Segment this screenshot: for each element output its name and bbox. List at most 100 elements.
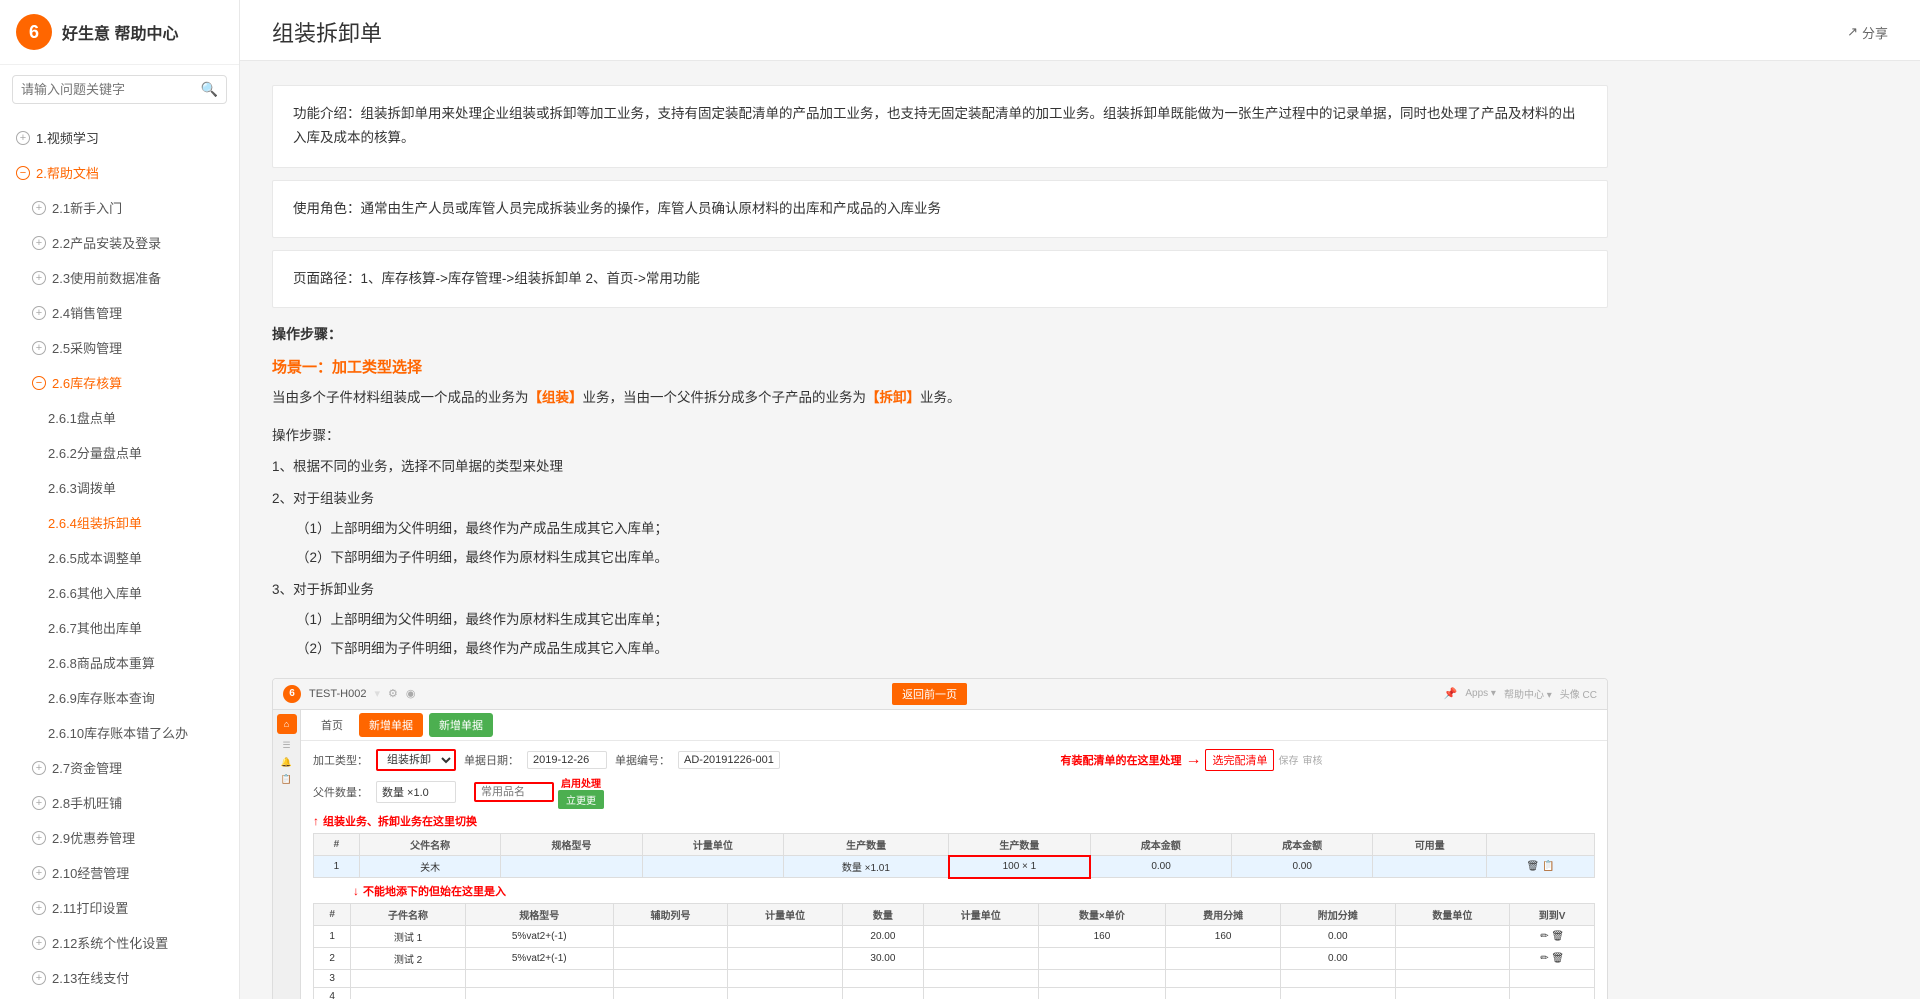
- expand-icon: +: [32, 236, 46, 250]
- sidebar-item-cost-adjust[interactable]: 2.6.5成本调整单: [0, 540, 239, 575]
- col-parent-spec: 规格型号: [501, 833, 642, 856]
- expand-icon: +: [16, 131, 30, 145]
- expand-icon: +: [32, 761, 46, 775]
- cell-spec: 5%vat2+(-1): [465, 947, 613, 969]
- sidebar-item-split-stocktake[interactable]: 2.6.2分量盘点单: [0, 435, 239, 470]
- sidebar-item-other-in[interactable]: 2.6.6其他入库单: [0, 575, 239, 610]
- expand-icon: +: [32, 306, 46, 320]
- confirm-btn-box[interactable]: 选完配清单: [1205, 749, 1274, 771]
- sidebar-item-faq[interactable]: + 2.14常见问题: [0, 995, 239, 999]
- scenario1-desc: 当由多个子件材料组装成一个成品的业务为【组装】业务，当由一个父件拆分成多个子产品…: [272, 385, 1608, 411]
- form-num-label: 单据编号：: [615, 752, 670, 768]
- arrow-right: →: [1185, 751, 1201, 769]
- col-parent-name: 父件名称: [359, 833, 500, 856]
- sidebar-item-inventory[interactable]: − 2.6库存核算: [0, 365, 239, 400]
- col-unit2: 计量单位: [923, 903, 1038, 925]
- form-type-select[interactable]: 组装拆卸: [376, 749, 456, 771]
- sidebar-item-video[interactable]: + 1.视频学习: [0, 120, 239, 155]
- col-cost2: 成本金额: [1231, 833, 1372, 856]
- cell-extra: 0.00: [1280, 925, 1395, 947]
- sidebar-item-ops[interactable]: + 2.10经营管理: [0, 855, 239, 890]
- switch-annotation: ↑ 组装业务、拆卸业务在这里切换: [313, 813, 1595, 829]
- sidebar-item-label: 2.帮助文档: [36, 163, 99, 182]
- expand-icon: +: [32, 341, 46, 355]
- col-alloc: 费用分摊: [1166, 903, 1281, 925]
- sidebar-item-adjust[interactable]: 2.6.3调拨单: [0, 470, 239, 505]
- sidebar-item-label: 2.6.2分量盘点单: [48, 443, 142, 462]
- cell-unit: [642, 856, 783, 878]
- col-extra: 附加分摊: [1280, 903, 1395, 925]
- sidebar-item-print[interactable]: + 2.11打印设置: [0, 890, 239, 925]
- app-tab-new1[interactable]: 新增单据: [359, 713, 423, 737]
- bottom-annotation: ↓ 不能地添下的但始在这里是入: [313, 883, 1595, 899]
- app-tab-home[interactable]: 首页: [311, 713, 353, 737]
- cell-alloc: 160: [1166, 925, 1281, 947]
- path-block: 页面路径：1、库存核算->库存管理->组装拆卸单 2、首页->常用功能: [272, 250, 1608, 308]
- approve-btn[interactable]: 审核: [1302, 752, 1322, 767]
- sidebar-item-payment[interactable]: + 2.13在线支付: [0, 960, 239, 995]
- expand-icon: +: [32, 936, 46, 950]
- form-type-label: 加工类型：: [313, 752, 368, 768]
- col-unit3: 数量单位: [1395, 903, 1510, 925]
- app-nav-icon1: ☰: [282, 740, 290, 751]
- cell-cost: 160: [1038, 925, 1166, 947]
- col-cost1: 成本金额: [1090, 833, 1231, 856]
- form-qty-value: 数量 ×1.0: [376, 781, 456, 803]
- sidebar-item-label: 2.6.5成本调整单: [48, 548, 142, 567]
- sidebar-item-coupon[interactable]: + 2.9优惠券管理: [0, 820, 239, 855]
- col-qty: 数量: [842, 903, 923, 925]
- sidebar-item-mobile[interactable]: + 2.8手机旺铺: [0, 785, 239, 820]
- sidebar-item-label: 2.3使用前数据准备: [52, 268, 161, 287]
- app-tab-new2[interactable]: 新增单据: [429, 713, 493, 737]
- table-row: 1 测试 1 5%vat2+(-1) 20.00 160: [314, 925, 1595, 947]
- sidebar-item-newbie[interactable]: + 2.1新手入门: [0, 190, 239, 225]
- sidebar-item-data-prep[interactable]: + 2.3使用前数据准备: [0, 260, 239, 295]
- col-no: #: [314, 903, 351, 925]
- common-input-area: 启用处理 立更更: [474, 775, 604, 809]
- search-icon: 🔍: [201, 81, 218, 98]
- collapse-icon: −: [32, 376, 46, 390]
- sidebar-item-purchase[interactable]: + 2.5采购管理: [0, 330, 239, 365]
- search-box[interactable]: 🔍: [12, 75, 227, 104]
- cell-unit2: [923, 947, 1038, 969]
- sidebar-item-other-out[interactable]: 2.6.7其他出库单: [0, 610, 239, 645]
- sidebar-item-label: 2.11打印设置: [52, 898, 128, 917]
- app-sidebar-icons: ⌂ ☰ 🔔 📋: [273, 710, 301, 999]
- sidebar-navigation: + 1.视频学习 − 2.帮助文档 + 2.1新手入门 + 2.2产品安装及登录…: [0, 114, 239, 999]
- col-qty2: 生产数量: [949, 833, 1090, 856]
- sidebar-item-stocktake[interactable]: 2.6.1盘点单: [0, 400, 239, 435]
- sidebar-item-label: 2.6.6其他入库单: [48, 583, 142, 602]
- app-tabs: 首页 新增单据 新增单据: [301, 710, 1607, 741]
- app-nav-icon3: 📋: [281, 774, 292, 785]
- prev-page-btn[interactable]: 返回前一页: [892, 683, 967, 705]
- sidebar-item-account-err[interactable]: 2.6.10库存账本错了么办: [0, 715, 239, 750]
- cell-qty2: 100 × 1: [949, 856, 1090, 878]
- sidebar-item-custom[interactable]: + 2.12系统个性化设置: [0, 925, 239, 960]
- sidebar-item-install[interactable]: + 2.2产品安装及登录: [0, 225, 239, 260]
- sidebar-item-sales[interactable]: + 2.4销售管理: [0, 295, 239, 330]
- sidebar-item-label: 2.6.8商品成本重算: [48, 653, 155, 672]
- sidebar-item-stock-check[interactable]: 2.6.9库存账本查询: [0, 680, 239, 715]
- cell-name: 关木: [359, 856, 500, 878]
- app-form-area: 加工类型： 组装拆卸 单据日期： 2019-12-26 单据编号： AD-201…: [301, 741, 1607, 999]
- share-button[interactable]: ↗ 分享: [1847, 23, 1888, 42]
- sidebar-item-label: 2.4销售管理: [52, 303, 122, 322]
- cell-unit3: [1395, 947, 1510, 969]
- intro-block: 功能介绍：组装拆卸单用来处理企业组装或拆卸等加工业务，支持有固定装配清单的产品加…: [272, 85, 1608, 168]
- sidebar-item-docs[interactable]: − 2.帮助文档: [0, 155, 239, 190]
- sidebar-item-label: 2.6库存核算: [52, 373, 122, 392]
- search-input[interactable]: [21, 82, 201, 97]
- sidebar-item-assembly[interactable]: 2.6.4组装拆卸单: [0, 505, 239, 540]
- enable-btn[interactable]: 立更更: [558, 790, 604, 809]
- annotation-area-top: 有装配清单的在这里处理 → 选完配清单 保存 审核: [788, 749, 1595, 771]
- sidebar-item-cash[interactable]: + 2.7资金管理: [0, 750, 239, 785]
- parent-table: # 父件名称 规格型号 计量单位 生产数量 生产数量 成本金额 成本金额: [313, 833, 1595, 879]
- sidebar-item-label: 2.8手机旺铺: [52, 793, 122, 812]
- save-btn[interactable]: 保存: [1278, 752, 1298, 767]
- bottom-annotation-text: 不能地添下的但始在这里是入: [363, 883, 506, 899]
- common-name-input[interactable]: [474, 782, 554, 802]
- step2-2-text: （2）下部明细为子件明细，最终作为原材料生成其它出库单。: [272, 545, 1608, 571]
- highlight-assembly: 【组装】: [529, 390, 583, 405]
- step3-1-text: （1）上部明细为父件明细，最终作为原材料生成其它出库单；: [272, 607, 1608, 633]
- sidebar-item-cost-calc[interactable]: 2.6.8商品成本重算: [0, 645, 239, 680]
